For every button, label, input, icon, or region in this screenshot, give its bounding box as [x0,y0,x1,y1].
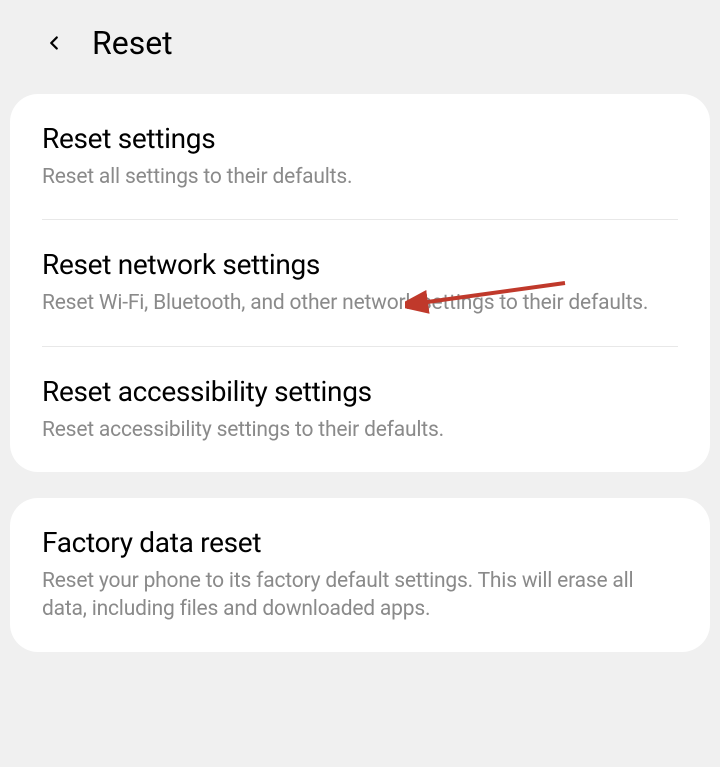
page-title: Reset [92,24,173,62]
item-description: Reset all settings to their defaults. [42,163,678,191]
item-description: Reset your phone to its factory default … [42,567,678,624]
item-description: Reset accessibility settings to their de… [42,416,678,444]
reset-options-card: Reset settings Reset all settings to the… [10,94,710,472]
back-icon[interactable] [40,29,68,57]
header: Reset [0,0,720,94]
item-title: Factory data reset [42,526,678,559]
factory-reset-card: Factory data reset Reset your phone to i… [10,498,710,652]
item-title: Reset settings [42,122,678,155]
item-title: Reset network settings [42,248,678,281]
reset-accessibility-settings-item[interactable]: Reset accessibility settings Reset acces… [10,347,710,472]
item-description: Reset Wi-Fi, Bluetooth, and other networ… [42,289,678,317]
factory-data-reset-item[interactable]: Factory data reset Reset your phone to i… [10,498,710,652]
reset-settings-item[interactable]: Reset settings Reset all settings to the… [10,94,710,219]
reset-network-settings-item[interactable]: Reset network settings Reset Wi-Fi, Blue… [10,220,710,345]
item-title: Reset accessibility settings [42,375,678,408]
